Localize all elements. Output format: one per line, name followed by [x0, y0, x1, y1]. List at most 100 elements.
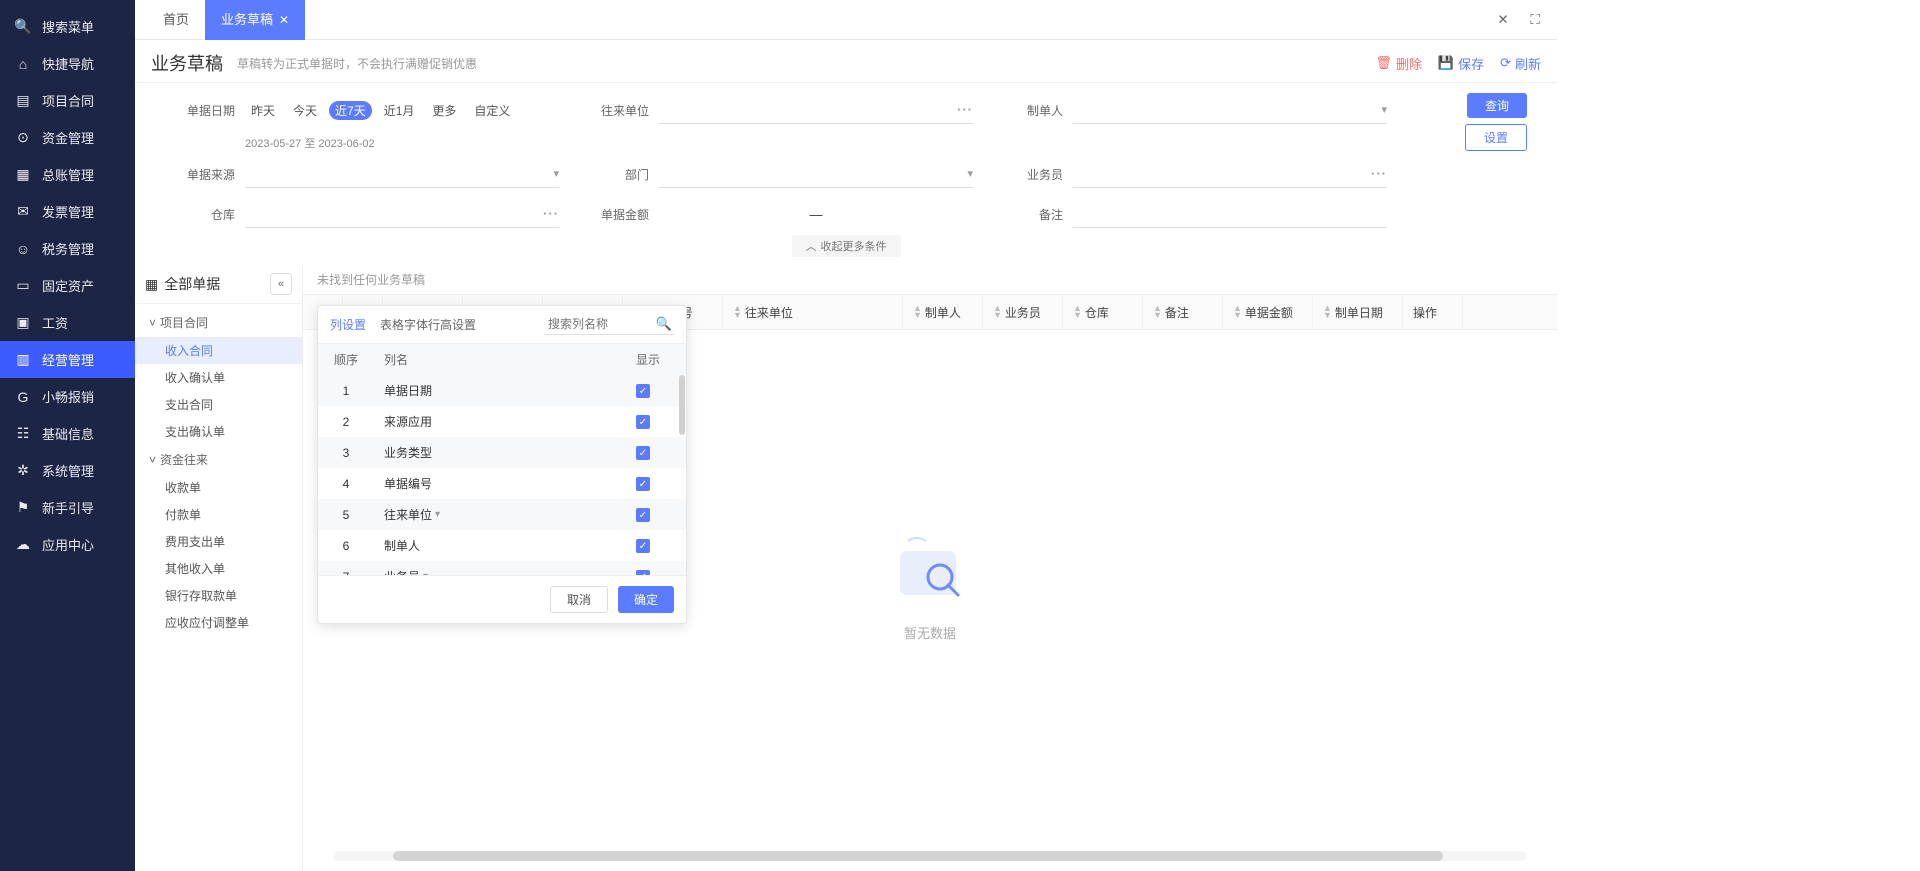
tree-leaf[interactable]: 收款单 [135, 474, 302, 501]
filter-remark[interactable]: 备注 [993, 197, 1387, 231]
table-column-header[interactable]: ▲▼往来单位 [723, 295, 903, 329]
sidebar-item[interactable]: ⚑新手引导 [0, 489, 135, 526]
date-option[interactable]: 今天 [287, 101, 323, 120]
sidebar-item-label: 新手引导 [42, 498, 94, 517]
settings-button[interactable]: 设置 [1465, 124, 1527, 151]
fullscreen-icon[interactable]: ⛶ [1523, 8, 1547, 32]
sidebar-item-label: 固定资产 [42, 276, 94, 295]
tree-group[interactable]: ˅项目合同 [135, 308, 302, 337]
sidebar-item[interactable]: ▭固定资产 [0, 267, 135, 304]
filter-warehouse[interactable]: 仓库 ··· [165, 197, 559, 231]
column-config-row[interactable]: 4 单据编号 ✓ [318, 468, 686, 499]
tab[interactable]: 业务草稿✕ [205, 0, 305, 40]
refresh-button[interactable]: ⟳刷新 [1500, 54, 1541, 73]
sidebar-item-label: 小畅报销 [42, 387, 94, 406]
sidebar-item[interactable]: ☷基础信息 [0, 415, 135, 452]
sidebar-item-label: 总账管理 [42, 165, 94, 184]
sidebar-item[interactable]: ✲系统管理 [0, 452, 135, 489]
menu-icon: G [14, 389, 32, 405]
tree-leaf[interactable]: 支出确认单 [135, 418, 302, 445]
sidebar-item-label: 税务管理 [42, 239, 94, 258]
date-option[interactable]: 自定义 [468, 101, 516, 120]
horizontal-scrollbar[interactable] [333, 851, 1527, 861]
date-option[interactable]: 近7天 [329, 101, 372, 120]
column-config-row[interactable]: 6 制单人 ✓ [318, 530, 686, 561]
page-subtitle: 草稿转为正式单据时，不会执行满赠促销优惠 [237, 55, 477, 72]
table-column-header[interactable]: 操作 [1403, 295, 1463, 329]
column-settings-popover: 列设置 表格字体行高设置 🔍 顺序 列名 显示 [317, 305, 687, 624]
row-name: 单据日期 [374, 375, 626, 406]
sidebar-item[interactable]: G 小畅报销 [0, 378, 135, 415]
sidebar-item[interactable]: ▥经营管理 [0, 341, 135, 378]
visibility-checkbox[interactable]: ✓ [636, 539, 650, 553]
visibility-checkbox[interactable]: ✓ [636, 384, 650, 398]
popover-tab-columns[interactable]: 列设置 [330, 316, 366, 333]
visibility-checkbox[interactable]: ✓ [636, 477, 650, 491]
sidebar-item[interactable]: ▦总账管理 [0, 156, 135, 193]
tree-group[interactable]: ˅资金往来 [135, 445, 302, 474]
tree-leaf[interactable]: 费用支出单 [135, 528, 302, 555]
tree-leaf[interactable]: 收入确认单 [135, 364, 302, 391]
tree-leaf[interactable]: 支出合同 [135, 391, 302, 418]
sidebar-item[interactable]: ▤项目合同 [0, 82, 135, 119]
column-config-row[interactable]: 7 业务员 ▾ ✓ [318, 561, 686, 575]
tab[interactable]: 首页 [147, 0, 205, 40]
sort-icon: ▲▼ [1233, 305, 1242, 319]
sidebar-item[interactable]: ▣工资 [0, 304, 135, 341]
popover-tab-font[interactable]: 表格字体行高设置 [380, 316, 476, 333]
table-column-header[interactable]: ▲▼仓库 [1063, 295, 1143, 329]
close-icon[interactable]: ✕ [1491, 8, 1515, 32]
sidebar-search[interactable]: 🔍 搜索菜单 [0, 8, 135, 45]
cancel-button[interactable]: 取消 [550, 586, 608, 613]
visibility-checkbox[interactable]: ✓ [636, 570, 650, 575]
left-panel-title: 全部单据 [164, 274, 220, 294]
tree-leaf[interactable]: 付款单 [135, 501, 302, 528]
tree-leaf[interactable]: 银行存取款单 [135, 582, 302, 609]
sort-icon: ▲▼ [1153, 305, 1162, 319]
sidebar-item[interactable]: ✉发票管理 [0, 193, 135, 230]
popover-scrollbar[interactable] [679, 375, 685, 435]
filter-creator[interactable]: 制单人 ▾ [993, 93, 1387, 127]
table-column-header[interactable]: ▲▼业务员 [983, 295, 1063, 329]
date-option[interactable]: 昨天 [245, 101, 281, 120]
table-column-header[interactable]: ▲▼制单日期 [1313, 295, 1403, 329]
column-search-input[interactable] [544, 314, 674, 335]
column-config-row[interactable]: 1 单据日期 ✓ [318, 375, 686, 406]
sidebar-item[interactable]: ⊙资金管理 [0, 119, 135, 156]
panel-collapse-button[interactable]: « [270, 273, 292, 295]
table-column-header[interactable]: ▲▼制单人 [903, 295, 983, 329]
sidebar-item[interactable]: ☁应用中心 [0, 526, 135, 563]
date-option[interactable]: 近1月 [378, 101, 421, 120]
sidebar-item[interactable]: ⌂快捷导航 [0, 45, 135, 82]
save-button[interactable]: 💾保存 [1438, 54, 1484, 73]
page-title: 业务草稿 [151, 50, 223, 76]
search-icon: 🔍 [656, 316, 672, 332]
filter-partner[interactable]: 往来单位 ··· [579, 93, 973, 127]
table-column-header[interactable]: ▲▼单据金额 [1223, 295, 1313, 329]
column-config-row[interactable]: 2 来源应用 ✓ [318, 406, 686, 437]
table-column-header[interactable]: ▲▼备注 [1143, 295, 1223, 329]
tree-leaf[interactable]: 其他收入单 [135, 555, 302, 582]
category-tree: ˅项目合同收入合同收入确认单支出合同支出确认单˅资金往来收款单付款单费用支出单其… [135, 304, 302, 871]
filter-operator[interactable]: 业务员 ··· [993, 157, 1387, 191]
filter-source[interactable]: 单据来源 ▾ [165, 157, 559, 191]
delete-button[interactable]: 🗑删除 [1375, 54, 1422, 73]
date-option[interactable]: 更多 [426, 101, 462, 120]
filter-dept[interactable]: 部门 ▾ [579, 157, 973, 191]
chevron-down-icon: ˅ [149, 316, 156, 330]
tree-leaf[interactable]: 应收应付调整单 [135, 609, 302, 636]
sidebar-item-label: 应用中心 [42, 535, 94, 554]
query-button[interactable]: 查询 [1467, 93, 1527, 118]
visibility-checkbox[interactable]: ✓ [636, 446, 650, 460]
confirm-button[interactable]: 确定 [618, 586, 674, 613]
chevron-up-icon: ︿ [806, 238, 817, 254]
empty-text: 暂无数据 [904, 623, 956, 642]
column-config-row[interactable]: 5 往来单位 ▾ ✓ [318, 499, 686, 530]
tree-leaf[interactable]: 收入合同 [135, 337, 302, 364]
visibility-checkbox[interactable]: ✓ [636, 415, 650, 429]
sidebar-item[interactable]: ☺税务管理 [0, 230, 135, 267]
collapse-filters-button[interactable]: ︿ 收起更多条件 [792, 235, 901, 257]
column-config-row[interactable]: 3 业务类型 ✓ [318, 437, 686, 468]
visibility-checkbox[interactable]: ✓ [636, 508, 650, 522]
tab-close-icon[interactable]: ✕ [279, 13, 289, 27]
